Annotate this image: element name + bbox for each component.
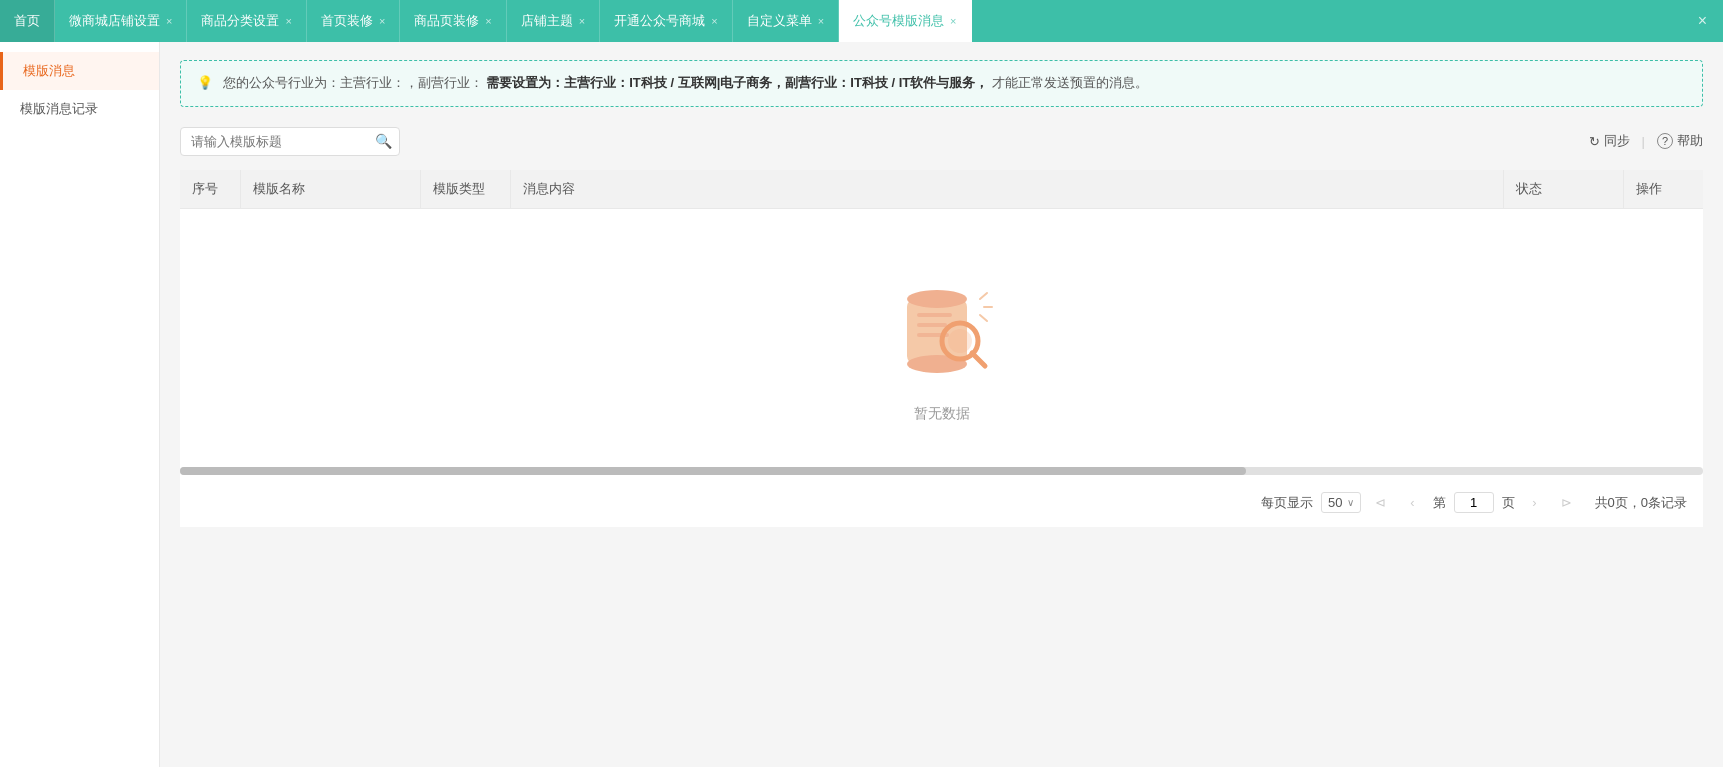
pagination: 每页显示 50 ∨ ⊲ ‹ 第 页 › ⊳ 共0页，0条记录 bbox=[180, 479, 1703, 527]
tab-product-decor[interactable]: 商品页装修 × bbox=[400, 0, 506, 42]
page-unit-text: 页 bbox=[1502, 494, 1515, 512]
tab-template-message[interactable]: 公众号模版消息 × bbox=[839, 0, 971, 42]
tab-home[interactable]: 首页 bbox=[0, 0, 55, 42]
next-page-button[interactable]: › bbox=[1523, 491, 1547, 515]
main-content: 💡 您的公众号行业为：主营行业：，副营行业： 需要设置为：主营行业：IT科技 /… bbox=[160, 42, 1723, 767]
tab-close-icon[interactable]: × bbox=[485, 15, 491, 27]
svg-line-12 bbox=[980, 315, 987, 321]
scrollbar-thumb bbox=[180, 467, 1246, 475]
svg-point-2 bbox=[907, 290, 967, 308]
help-button[interactable]: ? 帮助 bbox=[1657, 132, 1703, 150]
last-page-button[interactable]: ⊳ bbox=[1555, 491, 1579, 515]
search-icon[interactable]: 🔍 bbox=[375, 133, 392, 149]
tab-close-icon[interactable]: × bbox=[711, 15, 717, 27]
sidebar-item-template-message[interactable]: 模版消息 bbox=[0, 52, 159, 90]
svg-rect-5 bbox=[917, 323, 947, 327]
svg-point-8 bbox=[948, 329, 972, 353]
col-action: 操作 bbox=[1623, 170, 1703, 209]
sync-help-area: ↻ 同步 | ? 帮助 bbox=[1589, 132, 1703, 150]
data-table: 序号 模版名称 模版类型 消息内容 状态 操作 bbox=[180, 170, 1703, 463]
search-input-wrap: 🔍 bbox=[180, 127, 400, 156]
tab-close-icon[interactable]: × bbox=[818, 15, 824, 27]
per-page-value: 50 bbox=[1328, 495, 1342, 510]
col-template-name: 模版名称 bbox=[240, 170, 420, 209]
tab-close-icon[interactable]: × bbox=[166, 15, 172, 27]
tab-close-icon[interactable]: × bbox=[379, 15, 385, 27]
page-number-input[interactable] bbox=[1454, 492, 1494, 513]
per-page-label: 每页显示 bbox=[1261, 494, 1313, 512]
search-input[interactable] bbox=[180, 127, 400, 156]
col-index: 序号 bbox=[180, 170, 240, 209]
sidebar: 模版消息 模版消息记录 bbox=[0, 42, 160, 767]
top-nav: 首页 微商城店铺设置 × 商品分类设置 × 首页装修 × 商品页装修 × 店铺主… bbox=[0, 0, 1723, 42]
divider: | bbox=[1642, 134, 1645, 149]
main-layout: 模版消息 模版消息记录 💡 您的公众号行业为：主营行业：，副营行业： 需要设置为… bbox=[0, 42, 1723, 767]
global-close-button[interactable]: × bbox=[1682, 12, 1723, 30]
sync-button[interactable]: ↻ 同步 bbox=[1589, 132, 1630, 150]
tab-shop-settings[interactable]: 微商城店铺设置 × bbox=[55, 0, 187, 42]
empty-text: 暂无数据 bbox=[914, 405, 970, 423]
search-bar: 🔍 ↻ 同步 | ? 帮助 bbox=[180, 127, 1703, 156]
svg-line-10 bbox=[980, 293, 987, 299]
help-icon: ? bbox=[1657, 133, 1673, 149]
per-page-chevron-icon: ∨ bbox=[1347, 497, 1354, 508]
col-status: 状态 bbox=[1503, 170, 1623, 209]
sync-icon: ↻ bbox=[1589, 134, 1600, 149]
tab-close-icon[interactable]: × bbox=[950, 15, 956, 27]
col-message-content: 消息内容 bbox=[510, 170, 1503, 209]
notice-icon: 💡 bbox=[197, 75, 213, 90]
tab-open-mall[interactable]: 开通公众号商城 × bbox=[600, 0, 732, 42]
total-text: 共0页，0条记录 bbox=[1595, 494, 1687, 512]
tab-home-decor[interactable]: 首页装修 × bbox=[307, 0, 400, 42]
empty-state: 暂无数据 bbox=[180, 209, 1703, 463]
first-page-button[interactable]: ⊲ bbox=[1369, 491, 1393, 515]
svg-line-9 bbox=[972, 353, 985, 366]
tab-close-icon[interactable]: × bbox=[285, 15, 291, 27]
tab-shop-theme[interactable]: 店铺主题 × bbox=[507, 0, 600, 42]
tab-category-settings[interactable]: 商品分类设置 × bbox=[187, 0, 306, 42]
col-template-type: 模版类型 bbox=[420, 170, 510, 209]
per-page-select[interactable]: 50 ∨ bbox=[1321, 492, 1360, 513]
horizontal-scrollbar[interactable] bbox=[180, 467, 1703, 475]
svg-rect-4 bbox=[917, 313, 952, 317]
tab-close-icon[interactable]: × bbox=[579, 15, 585, 27]
notice-box: 💡 您的公众号行业为：主营行业：，副营行业： 需要设置为：主营行业：IT科技 /… bbox=[180, 60, 1703, 107]
sidebar-item-template-record[interactable]: 模版消息记录 bbox=[0, 90, 159, 128]
table-wrapper: 序号 模版名称 模版类型 消息内容 状态 操作 bbox=[180, 170, 1703, 479]
empty-state-row: 暂无数据 bbox=[180, 208, 1703, 463]
table-header-row: 序号 模版名称 模版类型 消息内容 状态 操作 bbox=[180, 170, 1703, 209]
empty-illustration bbox=[882, 269, 1002, 389]
prev-page-button[interactable]: ‹ bbox=[1401, 491, 1425, 515]
tab-custom-menu[interactable]: 自定义菜单 × bbox=[733, 0, 839, 42]
page-label-text: 第 bbox=[1433, 494, 1446, 512]
